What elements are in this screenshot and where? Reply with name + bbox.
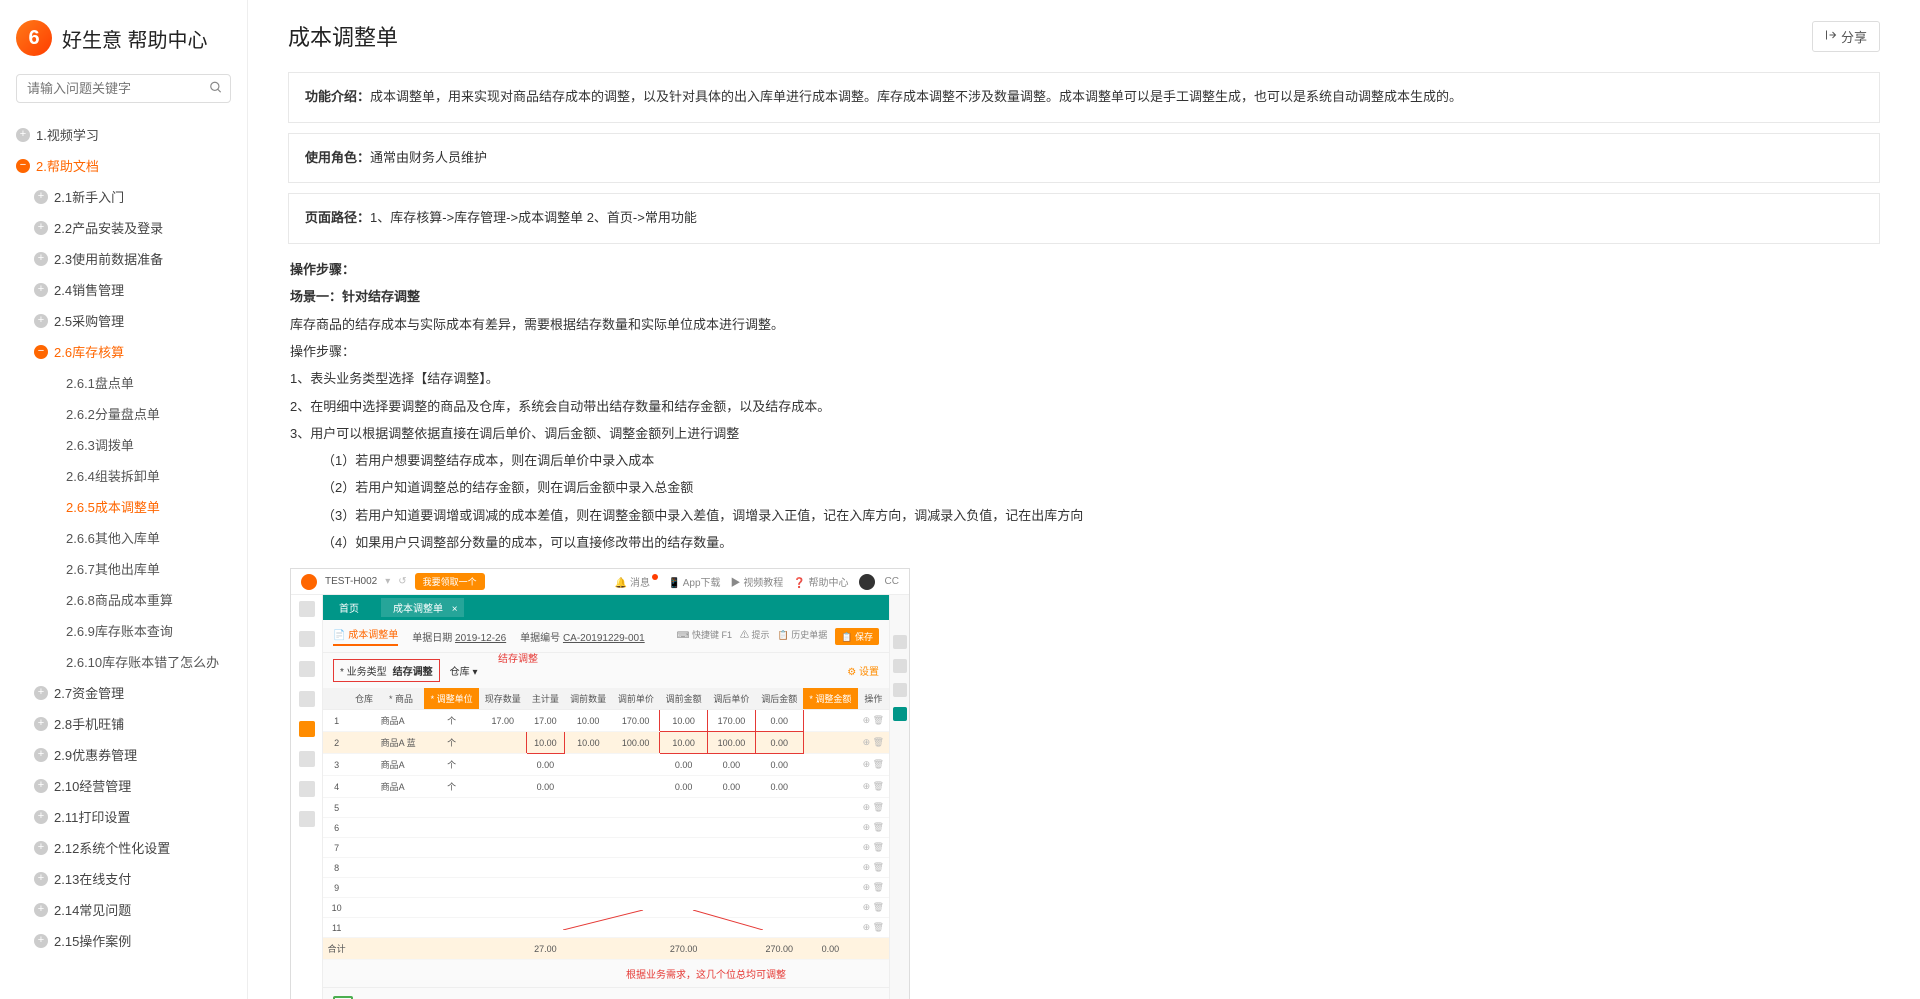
content-block: 操作步骤： 场景一：针对结存调整 库存商品的结存成本与实际成本有差异，需要根据结… xyxy=(288,256,1880,999)
step-3-1: （1）若用户想要调整结存成本，则在调后单价中录入成本 xyxy=(322,447,1878,474)
plus-icon: + xyxy=(34,283,48,297)
plus-icon: + xyxy=(34,717,48,731)
sub-steps: （1）若用户想要调整结存成本，则在调后单价中录入成本 （2）若用户知道调整总的结… xyxy=(290,447,1878,556)
nav-2-6-1[interactable]: 2.6.1盘点单 xyxy=(16,367,247,398)
plus-icon: + xyxy=(34,748,48,762)
nav-2-13[interactable]: +2.13在线支付 xyxy=(16,863,247,894)
step-2: 2、在明细中选择要调整的商品及仓库，系统会自动带出结存数量和结存金额，以及结存成… xyxy=(290,393,1878,420)
nav-2-6-10[interactable]: 2.6.10库存账本错了怎么办 xyxy=(16,646,247,677)
nav-2-14[interactable]: +2.14常见问题 xyxy=(16,894,247,925)
search-input[interactable] xyxy=(16,74,231,103)
step-1: 1、表头业务类型选择【结存调整】。 xyxy=(290,365,1878,392)
nav-2-15[interactable]: +2.15操作案例 xyxy=(16,925,247,956)
plus-icon: + xyxy=(34,221,48,235)
plus-icon: + xyxy=(16,128,30,142)
annotation-2: 根据业务需求，这几个位总均可调整 xyxy=(323,960,889,987)
ss-leftnav xyxy=(291,595,323,999)
nav-2-6-4[interactable]: 2.6.4组装拆卸单 xyxy=(16,460,247,491)
nav-2-10[interactable]: +2.10经营管理 xyxy=(16,770,247,801)
path-label: 页面路径： xyxy=(305,210,370,225)
minus-icon: − xyxy=(34,345,48,359)
plus-icon: + xyxy=(34,872,48,886)
nav-2-8[interactable]: +2.8手机旺铺 xyxy=(16,708,247,739)
role-text: 通常由财务人员维护 xyxy=(370,150,487,165)
path-box: 页面路径：1、库存核算->库存管理->成本调整单 2、首页->常用功能 xyxy=(288,193,1880,244)
steps-label: 操作步骤： xyxy=(290,256,1878,283)
ss-topbar: TEST-H002 ▾ ↺ 我要领取一个 🔔 消息 📱 App下载 ▶ 视频教程… xyxy=(291,569,909,595)
scene1-title: 场景一：针对结存调整 xyxy=(290,283,1878,310)
logo-row: 6 好生意 帮助中心 xyxy=(16,20,247,56)
minus-icon: − xyxy=(16,159,30,173)
nav-2-7[interactable]: +2.7资金管理 xyxy=(16,677,247,708)
nav-2-11[interactable]: +2.11打印设置 xyxy=(16,801,247,832)
role-box: 使用角色：通常由财务人员维护 xyxy=(288,133,1880,184)
steps-label2: 操作步骤： xyxy=(290,338,1878,365)
main-content: 成本调整单 分享 功能介绍：成本调整单，用来实现对商品结存成本的调整，以及针对具… xyxy=(248,0,1920,999)
ss-table: 仓库 * 商品 * 调整单位 现存数量 主计量 调前数量 调前单价 调前金额 调… xyxy=(323,688,889,987)
ss-env: TEST-H002 xyxy=(325,576,377,587)
ss-docinfo: 📄 成本调整单 单据日期 2019-12-26 单据编号 CA-20191229… xyxy=(323,620,889,653)
nav-2-1[interactable]: +2.1新手入门 xyxy=(16,181,247,212)
nav-2-6-9[interactable]: 2.6.9库存账本查询 xyxy=(16,615,247,646)
plus-icon: + xyxy=(34,810,48,824)
plus-icon: + xyxy=(34,841,48,855)
embedded-screenshot: TEST-H002 ▾ ↺ 我要领取一个 🔔 消息 📱 App下载 ▶ 视频教程… xyxy=(290,568,910,999)
plus-icon: + xyxy=(34,314,48,328)
ss-logo-icon xyxy=(301,574,317,590)
nav-2-4[interactable]: +2.4销售管理 xyxy=(16,274,247,305)
nav-tree: +1.视频学习 −2.帮助文档 +2.1新手入门 +2.2产品安装及登录 +2.… xyxy=(16,119,247,956)
search-wrap xyxy=(16,74,231,103)
ss-filter: * 业务类型 结存调整 仓库 ▾ 结存调整 ⚙ 设置 xyxy=(323,653,889,688)
scene1-desc: 库存商品的结存成本与实际成本有差异，需要根据结存数量和实际单位成本进行调整。 xyxy=(290,311,1878,338)
plus-icon: + xyxy=(34,190,48,204)
plus-icon: + xyxy=(34,779,48,793)
ss-tabs: 首页 成本调整单 × xyxy=(323,595,889,620)
nav-2-6[interactable]: −2.6库存核算 xyxy=(16,336,247,367)
nav-2-6-2[interactable]: 2.6.2分量盘点单 xyxy=(16,398,247,429)
role-label: 使用角色： xyxy=(305,150,370,165)
share-label: 分享 xyxy=(1841,27,1867,46)
search-icon[interactable] xyxy=(209,80,223,97)
nav-2-6-3[interactable]: 2.6.3调拨单 xyxy=(16,429,247,460)
nav-2-12[interactable]: +2.12系统个性化设置 xyxy=(16,832,247,863)
ss-rightbar xyxy=(889,595,909,999)
plus-icon: + xyxy=(34,686,48,700)
share-icon xyxy=(1825,29,1837,44)
nav-2-2[interactable]: +2.2产品安装及登录 xyxy=(16,212,247,243)
nav-video-learning[interactable]: +1.视频学习 xyxy=(16,119,247,150)
intro-label: 功能介绍： xyxy=(305,89,370,104)
nav-2-5[interactable]: +2.5采购管理 xyxy=(16,305,247,336)
nav-2-6-7[interactable]: 2.6.7其他出库单 xyxy=(16,553,247,584)
page-header: 成本调整单 分享 xyxy=(288,20,1880,52)
site-title: 好生意 帮助中心 xyxy=(62,24,208,53)
plus-icon: + xyxy=(34,934,48,948)
step-3-3: （3）若用户知道要调增或调减的成本差值，则在调整金额中录入差值，调增录入正值，记… xyxy=(322,502,1878,529)
path-text: 1、库存核算->库存管理->成本调整单 2、首页->常用功能 xyxy=(370,210,697,225)
intro-text: 成本调整单，用来实现对商品结存成本的调整，以及针对具体的出入库单进行成本调整。库… xyxy=(370,89,1462,104)
sidebar: 6 好生意 帮助中心 +1.视频学习 −2.帮助文档 +2.1新手入门 +2.2… xyxy=(0,0,248,999)
logo-icon: 6 xyxy=(16,20,52,56)
plus-icon: + xyxy=(34,252,48,266)
nav-2-6-5[interactable]: 2.6.5成本调整单 xyxy=(16,491,247,522)
plus-icon: + xyxy=(34,903,48,917)
annotation-1: 结存调整 xyxy=(498,650,538,665)
share-button[interactable]: 分享 xyxy=(1812,21,1880,52)
nav-2-6-6[interactable]: 2.6.6其他入库单 xyxy=(16,522,247,553)
ss-bottom: 请输入备注信息 xyxy=(323,987,889,999)
step-3-4: （4）如果用户只调整部分数量的成本，可以直接修改带出的结存数量。 xyxy=(322,529,1878,556)
ss-claim-btn: 我要领取一个 xyxy=(415,573,485,590)
step-3-2: （2）若用户知道调整总的结存金额，则在调后金额中录入总金额 xyxy=(322,474,1878,501)
page-title: 成本调整单 xyxy=(288,20,398,52)
intro-box: 功能介绍：成本调整单，用来实现对商品结存成本的调整，以及针对具体的出入库单进行成… xyxy=(288,72,1880,123)
nav-help-docs[interactable]: −2.帮助文档 xyxy=(16,150,247,181)
nav-2-9[interactable]: +2.9优惠券管理 xyxy=(16,739,247,770)
step-3: 3、用户可以根据调整依据直接在调后单价、调后金额、调整金额列上进行调整 xyxy=(290,420,1878,447)
nav-2-3[interactable]: +2.3使用前数据准备 xyxy=(16,243,247,274)
nav-2-6-8[interactable]: 2.6.8商品成本重算 xyxy=(16,584,247,615)
